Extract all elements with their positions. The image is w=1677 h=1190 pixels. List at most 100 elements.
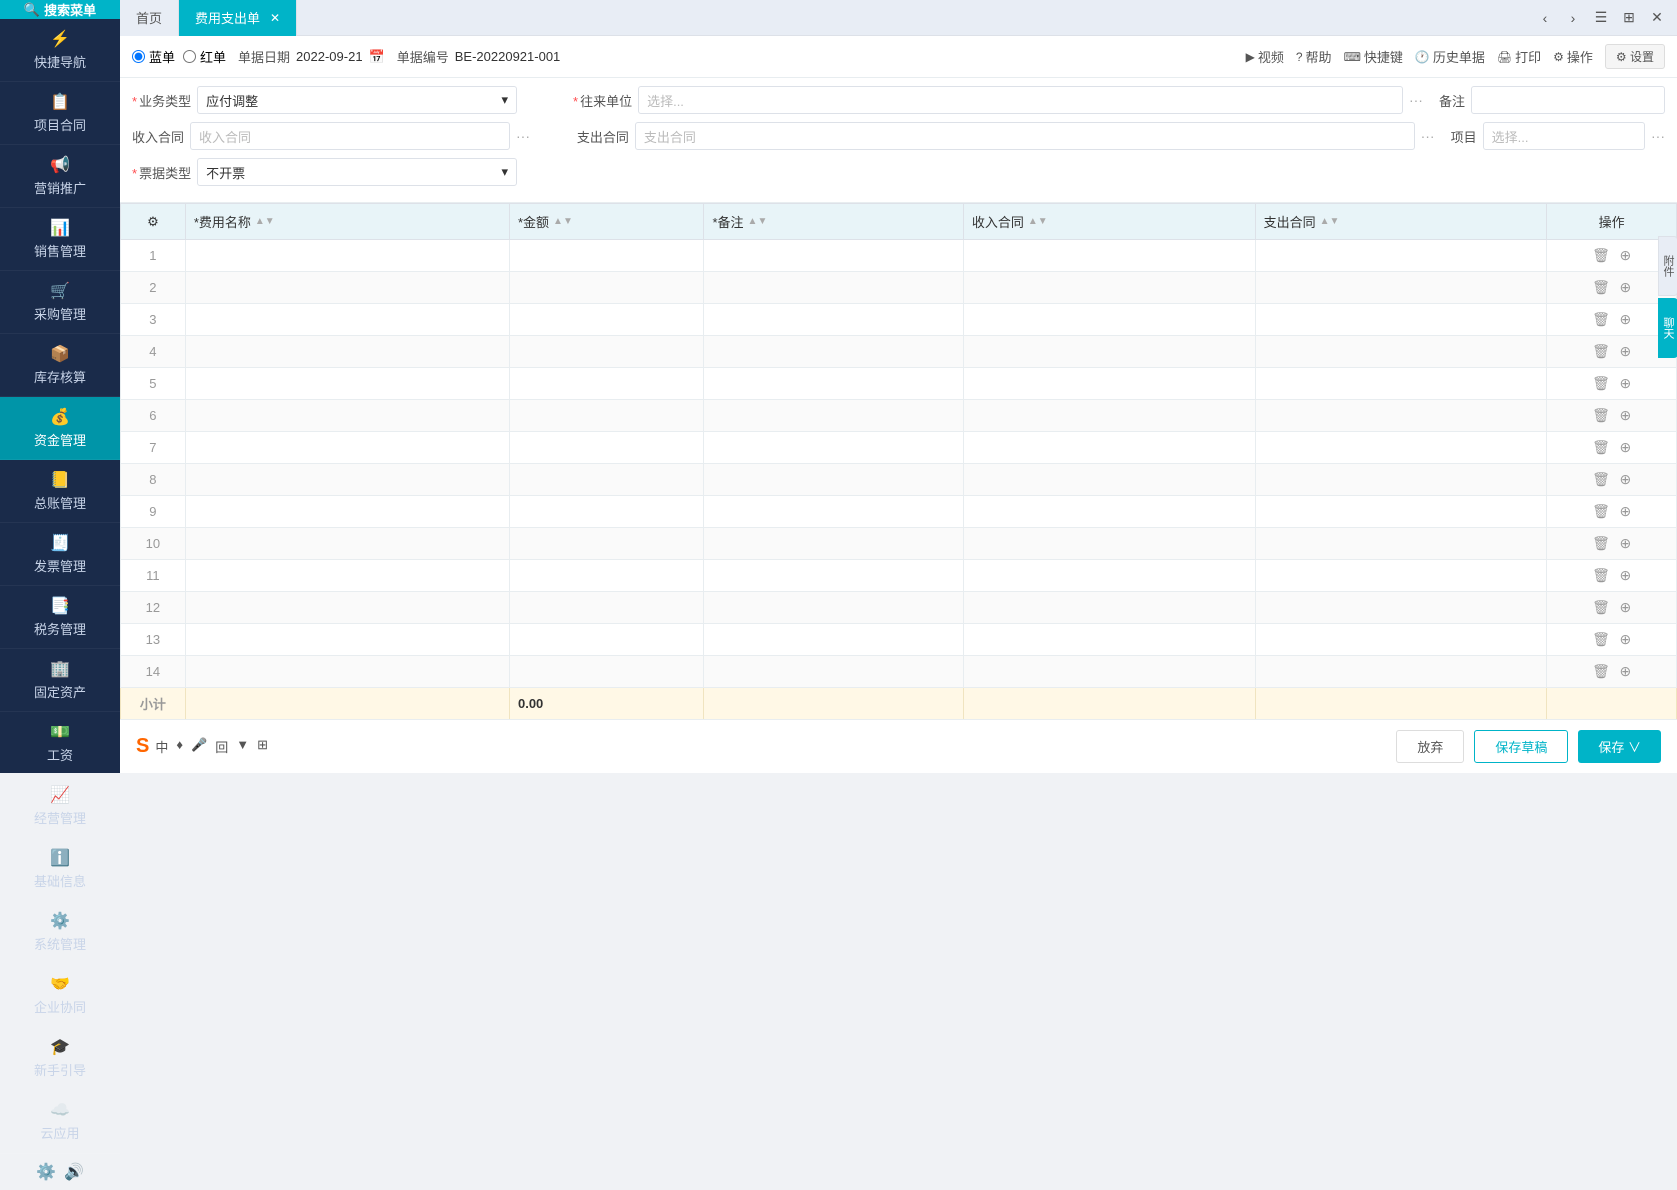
cell-expense-3[interactable] — [1255, 304, 1547, 336]
tab-home[interactable]: 首页 — [120, 0, 179, 36]
sidebar-item-sales[interactable]: 📊销售管理 — [0, 208, 120, 271]
sidebar-item-inventory[interactable]: 📦库存核算 — [0, 334, 120, 397]
copy-icon-11[interactable]: ⊕ — [1619, 567, 1631, 583]
sidebar-item-accounting[interactable]: 📒总账管理 — [0, 460, 120, 523]
cell-amount-4[interactable] — [509, 336, 704, 368]
cell-amount-1[interactable] — [509, 240, 704, 272]
cell-note-5[interactable] — [704, 368, 963, 400]
cell-note-1[interactable] — [704, 240, 963, 272]
settings-button[interactable]: ⚙ 设置 — [1605, 44, 1665, 69]
th-income[interactable]: 收入合同 ▲▼ — [963, 204, 1255, 240]
blue-radio[interactable] — [132, 50, 145, 63]
cell-income-9[interactable] — [963, 496, 1255, 528]
delete-icon-14[interactable]: 🗑 — [1592, 663, 1610, 679]
logo-icon-1[interactable]: 中 — [155, 737, 168, 756]
cell-expense-11[interactable] — [1255, 560, 1547, 592]
sidebar-item-salary[interactable]: 💵工资 — [0, 712, 120, 775]
copy-icon-12[interactable]: ⊕ — [1619, 599, 1631, 615]
cell-income-6[interactable] — [963, 400, 1255, 432]
save-draft-button[interactable]: 保存草稿 — [1474, 730, 1568, 763]
cell-amount-5[interactable] — [509, 368, 704, 400]
cell-income-12[interactable] — [963, 592, 1255, 624]
cell-income-2[interactable] — [963, 272, 1255, 304]
delete-icon-1[interactable]: 🗑 — [1592, 247, 1610, 263]
copy-icon-4[interactable]: ⊕ — [1619, 343, 1631, 359]
cell-name-7[interactable] — [185, 432, 509, 464]
cell-note-8[interactable] — [704, 464, 963, 496]
cell-note-12[interactable] — [704, 592, 963, 624]
cell-amount-9[interactable] — [509, 496, 704, 528]
cell-income-14[interactable] — [963, 656, 1255, 688]
delete-icon-5[interactable]: 🗑 — [1592, 375, 1610, 391]
red-radio[interactable] — [183, 50, 196, 63]
settings-icon[interactable]: ⚙️ — [36, 1162, 56, 1182]
cell-income-7[interactable] — [963, 432, 1255, 464]
cell-note-9[interactable] — [704, 496, 963, 528]
sidebar-item-cloud[interactable]: ☁️云应用 — [0, 1090, 120, 1153]
sidebar-item-invoice[interactable]: 🧾发票管理 — [0, 523, 120, 586]
income-contract-select[interactable]: 收入合同 — [190, 122, 510, 150]
th-gear[interactable]: ⚙ — [121, 204, 186, 240]
cell-name-3[interactable] — [185, 304, 509, 336]
logo-icon-2[interactable]: ♦ — [176, 737, 183, 756]
logo-icon-4[interactable]: 回 — [215, 737, 228, 756]
sidebar-item-operations[interactable]: 📈经营管理 — [0, 775, 120, 838]
sidebar-item-finance[interactable]: 💰资金管理 — [0, 397, 120, 460]
copy-icon-2[interactable]: ⊕ — [1619, 279, 1631, 295]
red-radio-label[interactable]: 红单 — [183, 47, 226, 66]
sidebar-item-marketing[interactable]: 📢营销推广 — [0, 145, 120, 208]
ops-btn[interactable]: ⚙ 操作 — [1553, 47, 1593, 66]
th-name[interactable]: *费用名称 ▲▼ — [185, 204, 509, 240]
income-contract-more-btn[interactable]: ··· — [516, 128, 530, 144]
cell-note-6[interactable] — [704, 400, 963, 432]
cell-name-1[interactable] — [185, 240, 509, 272]
business-type-select[interactable]: 应付调整 ▾ — [197, 86, 517, 114]
tab-expense[interactable]: 费用支出单✕ — [179, 0, 297, 36]
cell-income-10[interactable] — [963, 528, 1255, 560]
cell-amount-6[interactable] — [509, 400, 704, 432]
sidebar-item-project-contract[interactable]: 📋项目合同 — [0, 82, 120, 145]
cell-name-14[interactable] — [185, 656, 509, 688]
cell-income-4[interactable] — [963, 336, 1255, 368]
cell-name-8[interactable] — [185, 464, 509, 496]
tab-list-btn[interactable]: ☰ — [1589, 6, 1613, 30]
copy-icon-3[interactable]: ⊕ — [1619, 311, 1631, 327]
delete-icon-4[interactable]: 🗑 — [1592, 343, 1610, 359]
sidebar-item-purchase[interactable]: 🛒采购管理 — [0, 271, 120, 334]
delete-icon-6[interactable]: 🗑 — [1592, 407, 1610, 423]
cell-expense-4[interactable] — [1255, 336, 1547, 368]
tab-grid-btn[interactable]: ⊞ — [1617, 6, 1641, 30]
cell-expense-14[interactable] — [1255, 656, 1547, 688]
cell-income-8[interactable] — [963, 464, 1255, 496]
sidebar-item-tax[interactable]: 📑税务管理 — [0, 586, 120, 649]
cell-amount-7[interactable] — [509, 432, 704, 464]
copy-icon-5[interactable]: ⊕ — [1619, 375, 1631, 391]
copy-icon-6[interactable]: ⊕ — [1619, 407, 1631, 423]
save-button[interactable]: 保存 ∨ — [1578, 730, 1661, 763]
tab-next-btn[interactable]: › — [1561, 6, 1585, 30]
cell-expense-1[interactable] — [1255, 240, 1547, 272]
copy-icon-1[interactable]: ⊕ — [1619, 247, 1631, 263]
cell-name-11[interactable] — [185, 560, 509, 592]
sidebar-item-assets[interactable]: 🏢固定资产 — [0, 649, 120, 712]
cell-amount-11[interactable] — [509, 560, 704, 592]
cell-amount-10[interactable] — [509, 528, 704, 560]
tab-close-expense[interactable]: ✕ — [270, 11, 280, 25]
cell-name-13[interactable] — [185, 624, 509, 656]
delete-icon-10[interactable]: 🗑 — [1592, 535, 1610, 551]
logo-icon-3[interactable]: 🎤 — [191, 737, 207, 756]
cell-expense-2[interactable] — [1255, 272, 1547, 304]
cell-amount-12[interactable] — [509, 592, 704, 624]
print-btn[interactable]: 🖨 打印 — [1497, 47, 1541, 66]
project-select[interactable]: 选择... — [1483, 122, 1645, 150]
cell-expense-12[interactable] — [1255, 592, 1547, 624]
cell-name-10[interactable] — [185, 528, 509, 560]
blue-radio-label[interactable]: 蓝单 — [132, 47, 175, 66]
project-more-btn[interactable]: ··· — [1651, 128, 1665, 144]
cell-note-7[interactable] — [704, 432, 963, 464]
cell-income-11[interactable] — [963, 560, 1255, 592]
history-btn[interactable]: 🕐 历史单据 — [1415, 47, 1485, 66]
sidebar-item-quick-nav[interactable]: ⚡快捷导航 — [0, 19, 120, 82]
note-input[interactable] — [1471, 86, 1665, 114]
cell-name-5[interactable] — [185, 368, 509, 400]
